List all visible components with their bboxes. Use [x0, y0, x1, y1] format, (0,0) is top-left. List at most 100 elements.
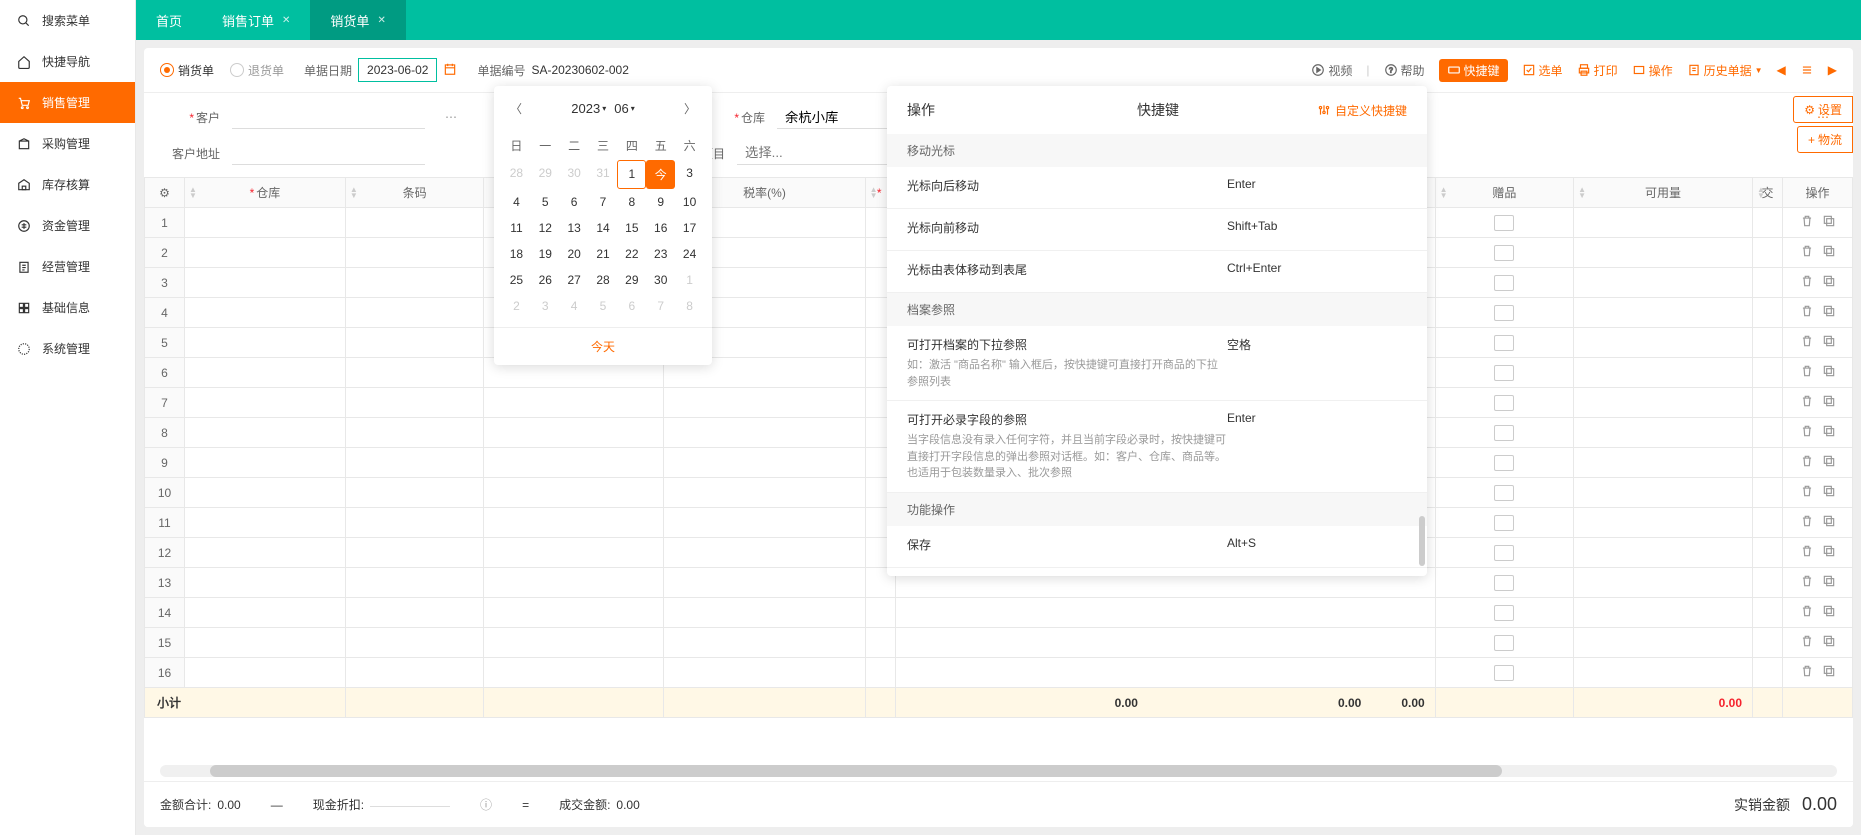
- print-button[interactable]: 打印: [1577, 62, 1618, 79]
- delete-icon[interactable]: [1800, 394, 1814, 411]
- delete-icon[interactable]: [1800, 214, 1814, 231]
- gift-checkbox[interactable]: [1494, 575, 1514, 591]
- day-cell[interactable]: 30: [646, 267, 675, 293]
- delete-icon[interactable]: [1800, 244, 1814, 261]
- tab-sales-order[interactable]: 销售订单✕: [202, 0, 310, 40]
- delete-icon[interactable]: [1800, 514, 1814, 531]
- sidebar-item-funds[interactable]: 资金管理: [0, 205, 135, 246]
- list-button[interactable]: [1800, 63, 1814, 77]
- delete-icon[interactable]: [1800, 274, 1814, 291]
- day-cell[interactable]: 7: [646, 293, 675, 319]
- copy-icon[interactable]: [1822, 574, 1836, 591]
- copy-icon[interactable]: [1822, 334, 1836, 351]
- day-cell[interactable]: 31: [589, 160, 618, 189]
- day-cell[interactable]: 28: [502, 160, 531, 189]
- close-icon[interactable]: ✕: [377, 15, 385, 26]
- day-cell[interactable]: 24: [675, 241, 704, 267]
- day-cell[interactable]: 7: [589, 189, 618, 215]
- shortcut-button[interactable]: 快捷键: [1439, 59, 1508, 82]
- more-icon[interactable]: ⋯: [437, 110, 465, 124]
- gear-col[interactable]: ⚙: [145, 178, 185, 208]
- col-deliver[interactable]: ▲▼交: [1753, 178, 1783, 208]
- delete-icon[interactable]: [1800, 424, 1814, 441]
- date-input[interactable]: 2023-06-02: [358, 58, 437, 82]
- day-cell[interactable]: 8: [675, 293, 704, 319]
- sidebar-item-nav[interactable]: 快捷导航: [0, 41, 135, 82]
- col-warehouse[interactable]: ▲▼*仓库: [185, 178, 346, 208]
- tab-delivery[interactable]: 销货单✕: [310, 0, 405, 40]
- day-cell[interactable]: 8: [617, 189, 646, 215]
- delete-icon[interactable]: [1800, 334, 1814, 351]
- day-cell[interactable]: 6: [617, 293, 646, 319]
- logistics-button[interactable]: + 物流: [1797, 126, 1853, 153]
- gift-checkbox[interactable]: [1494, 365, 1514, 381]
- day-cell[interactable]: 4: [560, 293, 589, 319]
- sidebar-item-operation[interactable]: 经营管理: [0, 246, 135, 287]
- close-icon[interactable]: ✕: [282, 15, 290, 26]
- gift-checkbox[interactable]: [1494, 275, 1514, 291]
- day-cell[interactable]: 29: [531, 160, 560, 189]
- copy-icon[interactable]: [1822, 274, 1836, 291]
- day-cell[interactable]: 14: [589, 215, 618, 241]
- next-month-icon[interactable]: 〉: [680, 96, 700, 121]
- gift-checkbox[interactable]: [1494, 545, 1514, 561]
- copy-icon[interactable]: [1822, 634, 1836, 651]
- sidebar-item-system[interactable]: 系统管理: [0, 328, 135, 369]
- delete-icon[interactable]: [1800, 304, 1814, 321]
- delete-icon[interactable]: [1800, 604, 1814, 621]
- v-scrollbar[interactable]: [1419, 166, 1425, 566]
- day-cell[interactable]: 22: [617, 241, 646, 267]
- table-row[interactable]: 14: [145, 598, 1853, 628]
- day-cell[interactable]: 26: [531, 267, 560, 293]
- year-select[interactable]: 2023▾: [571, 101, 606, 116]
- delete-icon[interactable]: [1800, 634, 1814, 651]
- delete-icon[interactable]: [1800, 544, 1814, 561]
- operate-button[interactable]: 操作: [1632, 62, 1673, 79]
- next-button[interactable]: ▶: [1828, 63, 1837, 77]
- delete-icon[interactable]: [1800, 364, 1814, 381]
- copy-icon[interactable]: [1822, 604, 1836, 621]
- day-cell[interactable]: 15: [617, 215, 646, 241]
- radio-return[interactable]: 退货单: [230, 62, 284, 79]
- calendar-icon[interactable]: [443, 62, 457, 79]
- prev-button[interactable]: ◀: [1777, 63, 1786, 77]
- copy-icon[interactable]: [1822, 514, 1836, 531]
- radio-sale[interactable]: 销货单: [160, 62, 214, 79]
- delete-icon[interactable]: [1800, 454, 1814, 471]
- day-cell[interactable]: 6: [560, 189, 589, 215]
- gift-checkbox[interactable]: [1494, 425, 1514, 441]
- day-cell[interactable]: 19: [531, 241, 560, 267]
- day-cell[interactable]: 28: [589, 267, 618, 293]
- day-cell[interactable]: 1: [617, 160, 646, 189]
- col-avail[interactable]: ▲▼可用量: [1574, 178, 1753, 208]
- day-cell[interactable]: 2: [502, 293, 531, 319]
- day-cell[interactable]: 23: [646, 241, 675, 267]
- day-cell[interactable]: 17: [675, 215, 704, 241]
- day-cell[interactable]: 25: [502, 267, 531, 293]
- day-cell[interactable]: 3: [675, 160, 704, 189]
- gift-checkbox[interactable]: [1494, 515, 1514, 531]
- sidebar-item-purchase[interactable]: 采购管理: [0, 123, 135, 164]
- gift-checkbox[interactable]: [1494, 395, 1514, 411]
- address-input[interactable]: [232, 141, 425, 165]
- discount-input[interactable]: [370, 802, 450, 807]
- gift-checkbox[interactable]: [1494, 215, 1514, 231]
- customer-input[interactable]: [232, 105, 425, 129]
- settings-button[interactable]: ⚙ 设置: [1793, 96, 1853, 123]
- day-cell[interactable]: 5: [531, 189, 560, 215]
- prev-month-icon[interactable]: 〈: [506, 96, 526, 121]
- select-button[interactable]: 选单: [1522, 62, 1563, 79]
- copy-icon[interactable]: [1822, 304, 1836, 321]
- gift-checkbox[interactable]: [1494, 305, 1514, 321]
- day-cell[interactable]: 30: [560, 160, 589, 189]
- copy-icon[interactable]: [1822, 394, 1836, 411]
- help-icon[interactable]: ⓘ: [480, 796, 492, 813]
- history-button[interactable]: 历史单据▼: [1687, 62, 1763, 79]
- delete-icon[interactable]: [1800, 664, 1814, 681]
- sidebar-item-inventory[interactable]: 库存核算: [0, 164, 135, 205]
- gift-checkbox[interactable]: [1494, 635, 1514, 651]
- table-row[interactable]: 15: [145, 628, 1853, 658]
- day-cell[interactable]: 20: [560, 241, 589, 267]
- day-cell[interactable]: 21: [589, 241, 618, 267]
- h-scrollbar[interactable]: [160, 765, 1837, 777]
